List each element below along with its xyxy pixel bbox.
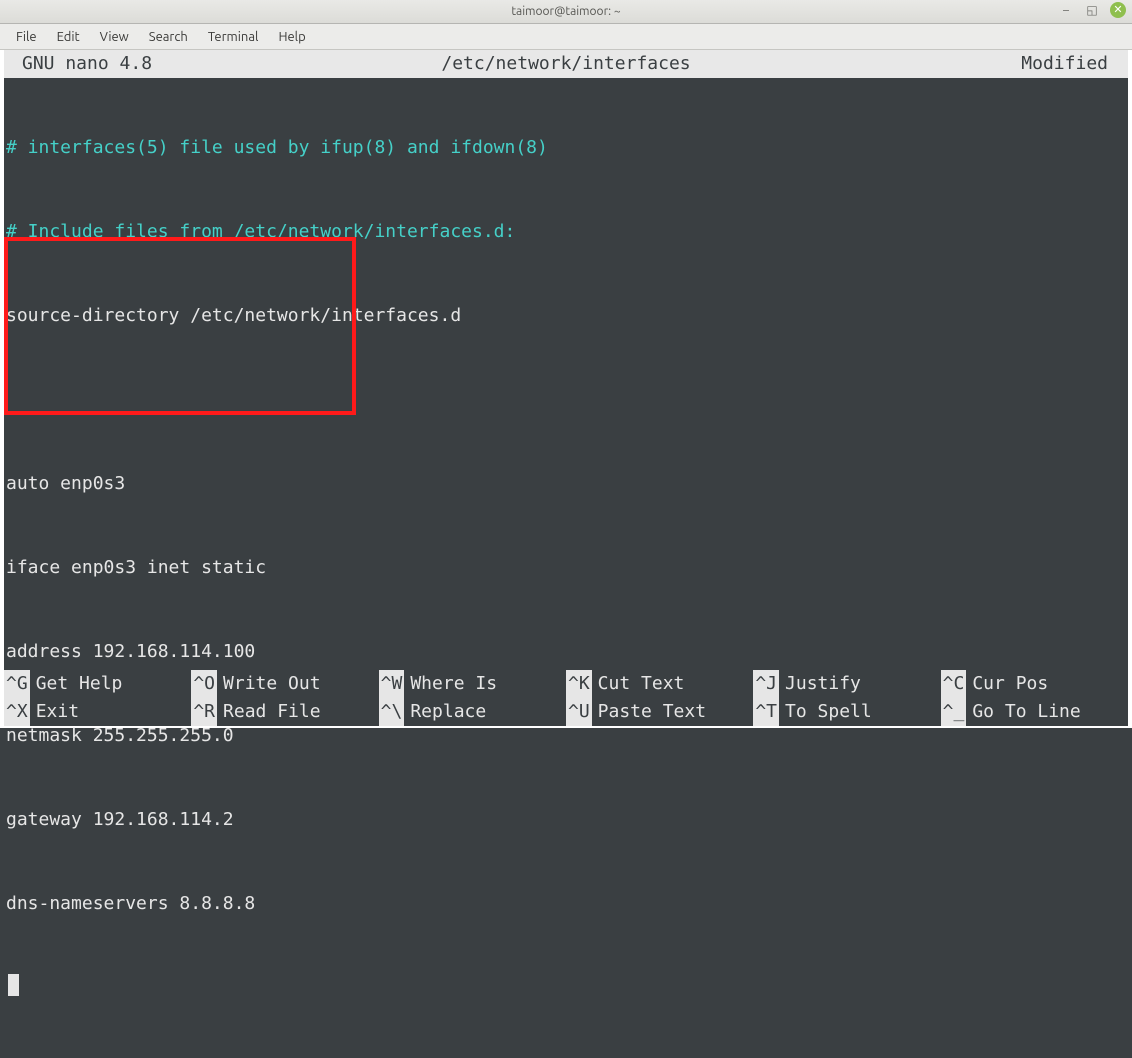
editor-line: auto enp0s3 — [4, 470, 1128, 498]
shortcut-get-help[interactable]: ^GGet Help — [4, 670, 191, 698]
menu-help[interactable]: Help — [268, 26, 315, 48]
shortcut-read-file[interactable]: ^RRead File — [191, 698, 378, 726]
editor-line: netmask 255.255.255.0 — [4, 722, 1128, 750]
maximize-button[interactable]: ◱ — [1084, 2, 1100, 18]
nano-app-label: GNU nano 4.8 — [22, 50, 152, 78]
shortcut-cut-text[interactable]: ^KCut Text — [566, 670, 753, 698]
menu-edit[interactable]: Edit — [47, 26, 90, 48]
shortcut-paste-text[interactable]: ^UPaste Text — [566, 698, 753, 726]
terminal-frame-border: GNU nano 4.8 /etc/network/interfaces Mod… — [0, 50, 1132, 728]
menu-terminal[interactable]: Terminal — [198, 26, 269, 48]
menu-file[interactable]: File — [6, 26, 47, 48]
editor-cursor-line — [4, 974, 1128, 1002]
editor-line: # interfaces(5) file used by ifup(8) and… — [4, 134, 1128, 162]
editor-line: source-directory /etc/network/interfaces… — [4, 302, 1128, 330]
shortcut-where-is[interactable]: ^WWhere Is — [379, 670, 566, 698]
terminal-area[interactable]: GNU nano 4.8 /etc/network/interfaces Mod… — [4, 50, 1128, 726]
menu-search[interactable]: Search — [139, 26, 198, 48]
editor-line: gateway 192.168.114.2 — [4, 806, 1128, 834]
shortcut-justify[interactable]: ^JJustify — [753, 670, 940, 698]
shortcut-exit[interactable]: ^XExit — [4, 698, 191, 726]
editor-content[interactable]: # interfaces(5) file used by ifup(8) and… — [4, 78, 1128, 1058]
close-button[interactable]: ✕ — [1110, 2, 1126, 18]
editor-line — [4, 386, 1128, 414]
window-title: taimoor@taimoor: ~ — [511, 5, 620, 18]
editor-line: iface enp0s3 inet static — [4, 554, 1128, 582]
editor-line: address 192.168.114.100 — [4, 638, 1128, 666]
shortcut-replace[interactable]: ^\Replace — [379, 698, 566, 726]
shortcut-to-spell[interactable]: ^TTo Spell — [753, 698, 940, 726]
text-cursor — [8, 974, 19, 996]
nano-shortcut-bar: ^GGet Help ^OWrite Out ^WWhere Is ^KCut … — [4, 670, 1128, 726]
nano-file-path: /etc/network/interfaces — [441, 50, 690, 78]
nano-header-bar: GNU nano 4.8 /etc/network/interfaces Mod… — [4, 50, 1128, 78]
editor-line: dns-nameservers 8.8.8.8 — [4, 890, 1128, 918]
minimize-button[interactable]: – — [1058, 2, 1074, 18]
window-controls: – ◱ ✕ — [1058, 2, 1126, 18]
shortcut-cur-pos[interactable]: ^CCur Pos — [941, 670, 1128, 698]
menu-view[interactable]: View — [90, 26, 139, 48]
nano-status: Modified — [1021, 50, 1108, 78]
editor-line: # Include files from /etc/network/interf… — [4, 218, 1128, 246]
window-title-bar: taimoor@taimoor: ~ – ◱ ✕ — [0, 0, 1132, 24]
menu-bar: File Edit View Search Terminal Help — [0, 24, 1132, 50]
shortcut-write-out[interactable]: ^OWrite Out — [191, 670, 378, 698]
shortcut-go-to-line[interactable]: ^_Go To Line — [941, 698, 1128, 726]
